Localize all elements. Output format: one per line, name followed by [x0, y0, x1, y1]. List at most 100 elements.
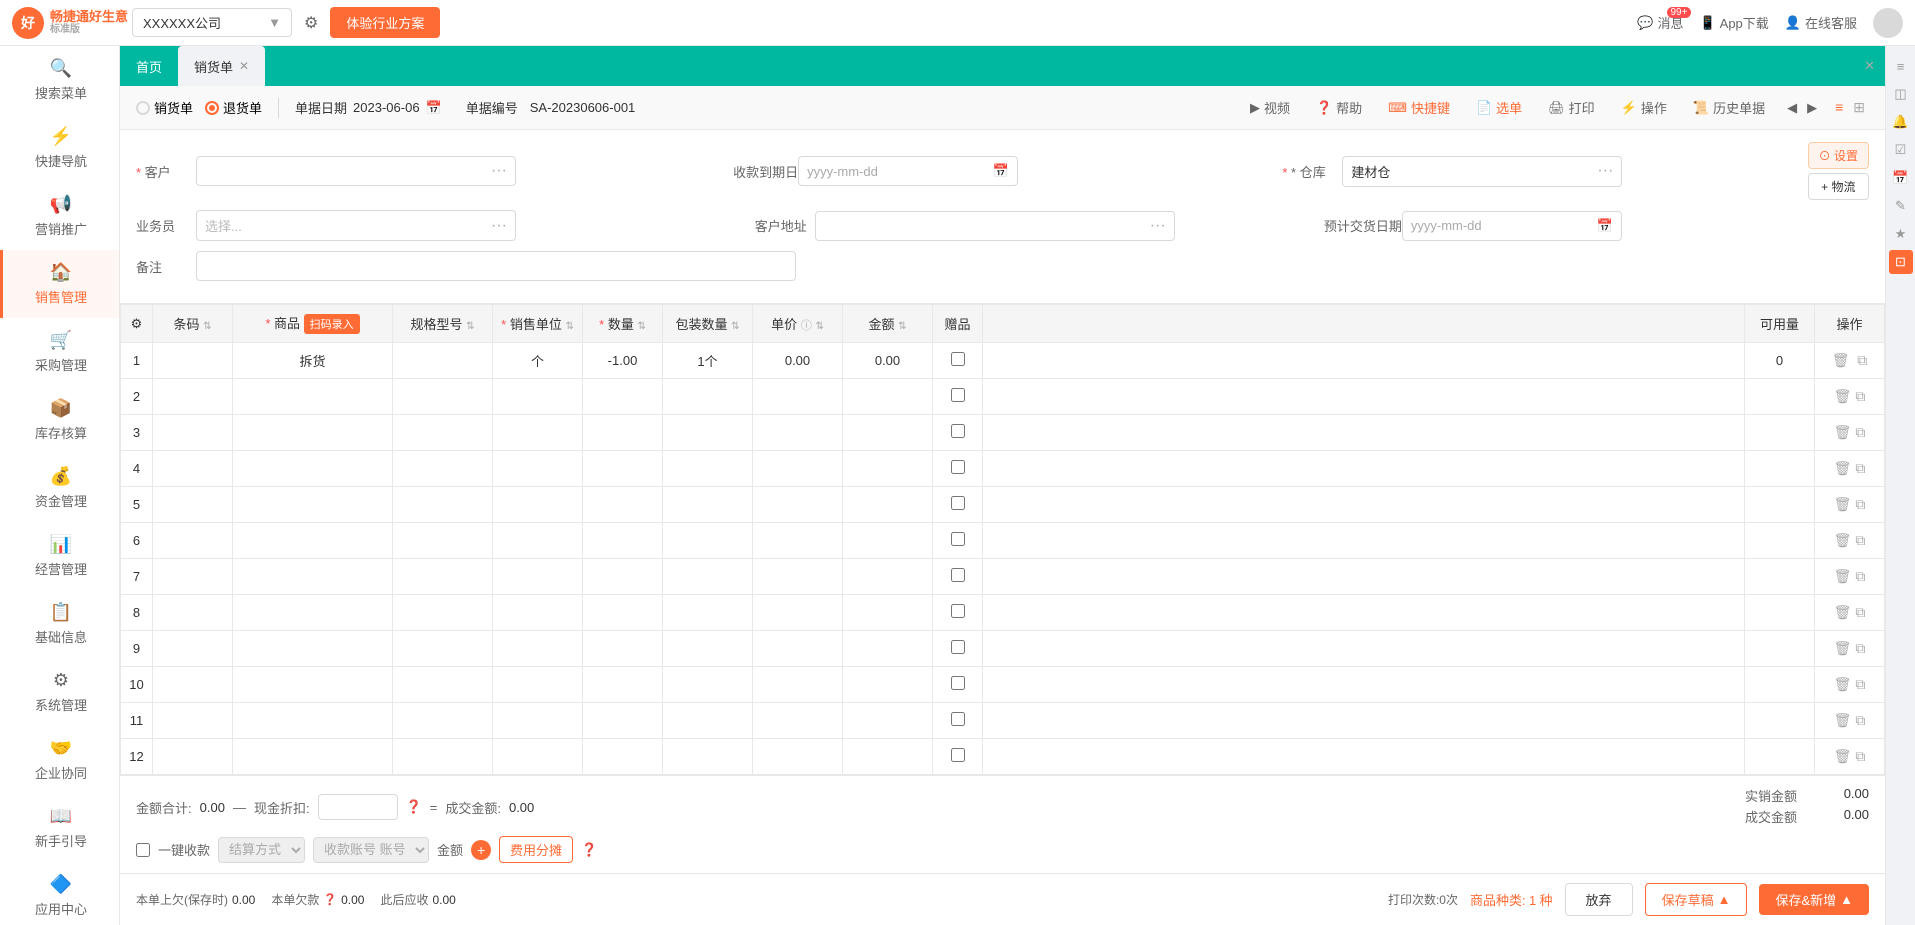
copy-icon[interactable]: ⧉ [1855, 604, 1865, 620]
copy-icon[interactable]: ⧉ [1855, 496, 1865, 512]
delete-icon[interactable]: 🗑 [1834, 748, 1852, 764]
delete-icon[interactable]: 🗑 [1834, 712, 1852, 728]
history-btn[interactable]: 📜 历史单据 [1685, 94, 1773, 121]
row-product-1[interactable]: 拆货 [233, 343, 393, 379]
delete-icon[interactable]: 🗑 [1834, 496, 1852, 512]
salesperson-input[interactable]: 选择... ··· [196, 210, 516, 241]
settings-icon[interactable]: ⚙ [304, 13, 318, 33]
logistics-button[interactable]: + 物流 [1808, 173, 1869, 200]
customer-dots-icon[interactable]: ··· [491, 162, 507, 180]
question-icon[interactable]: ❓ [406, 799, 422, 815]
unit-sort-icon[interactable]: ⇅ [565, 321, 573, 332]
grid-view-icon[interactable]: ⊞ [1849, 97, 1869, 118]
sidebar-item-search[interactable]: 🔍 搜索菜单 [0, 46, 119, 114]
copy-icon[interactable]: ⧉ [1855, 532, 1865, 548]
add-payment-button[interactable]: + [471, 840, 491, 860]
row-unit-price-1[interactable]: 0.00 [753, 343, 843, 379]
online-service-btn[interactable]: 👤 在线客服 [1785, 13, 1857, 32]
prev-arrow-icon[interactable]: ◀ [1783, 98, 1801, 118]
sidebar-item-system[interactable]: ⚙ 系统管理 [0, 658, 119, 726]
message-btn[interactable]: 💬 消息 99+ [1637, 13, 1683, 32]
right-panel-btn-5[interactable]: 📅 [1889, 166, 1913, 190]
sidebar-item-inventory[interactable]: 📦 库存核算 [0, 386, 119, 454]
delete-icon[interactable]: 🗑 [1834, 604, 1852, 620]
sidebar-item-appstore[interactable]: 🔷 应用中心 [0, 862, 119, 925]
payment-due-input[interactable]: yyyy-mm-dd 📅 [798, 156, 1018, 186]
sidebar-item-purchase[interactable]: 🛒 采购管理 [0, 318, 119, 386]
tab-close-all-icon[interactable]: ✕ [1854, 58, 1885, 74]
right-panel-btn-6[interactable]: ✎ [1889, 194, 1913, 218]
sidebar-item-quicknav[interactable]: ⚡ 快捷导航 [0, 114, 119, 182]
notes-input[interactable] [196, 251, 796, 281]
discount-input[interactable] [318, 794, 398, 820]
row-unit-1[interactable]: 个 [493, 343, 583, 379]
row-gift-1[interactable] [933, 343, 983, 379]
barcode-sort-icon[interactable]: ⇅ [203, 321, 211, 332]
trial-button[interactable]: 体验行业方案 [330, 7, 440, 38]
company-selector[interactable]: XXXXXX公司 ▼ [132, 8, 292, 37]
delete-icon[interactable]: 🗑 [1834, 568, 1852, 584]
copy-icon[interactable]: ⧉ [1855, 460, 1865, 476]
tab-sales-order[interactable]: 销货单 ✕ [178, 46, 265, 86]
copy-row-1-icon[interactable]: ⧉ [1857, 352, 1867, 368]
row-pack-qty-1[interactable]: 1个 [663, 343, 753, 379]
copy-icon[interactable]: ⧉ [1855, 388, 1865, 404]
account-select[interactable]: 收款账号 账号 [313, 837, 429, 863]
discard-button[interactable]: 放弃 [1565, 883, 1633, 916]
customer-addr-dots-icon[interactable]: ··· [1150, 217, 1166, 235]
sidebar-item-finance[interactable]: 💰 资金管理 [0, 454, 119, 522]
delete-icon[interactable]: 🗑 [1834, 640, 1852, 656]
right-panel-btn-8[interactable]: ⊡ [1889, 250, 1913, 274]
sidebar-item-operations[interactable]: 📊 经营管理 [0, 522, 119, 590]
copy-icon[interactable]: ⧉ [1855, 712, 1865, 728]
save-draft-button[interactable]: 保存草稿 ▲ [1645, 883, 1748, 916]
delete-icon[interactable]: 🗑 [1834, 424, 1852, 440]
radio-return-order[interactable]: 退货单 [205, 98, 262, 117]
price-sort-icon[interactable]: ⇅ [815, 321, 823, 332]
print-btn[interactable]: 🖨 打印 [1540, 94, 1603, 121]
payment-method-select[interactable]: 结算方式 [218, 837, 305, 863]
doc-settings-button[interactable]: ⊙ 设置 [1808, 142, 1869, 169]
qty-sort-icon[interactable]: ⇅ [637, 321, 645, 332]
payment-checkbox[interactable] [136, 843, 150, 857]
app-download-btn[interactable]: 📱 App下载 [1699, 13, 1768, 32]
customer-input[interactable]: ··· [196, 156, 516, 186]
date-value[interactable]: 2023-06-06 [353, 100, 420, 115]
row-qty-1[interactable]: -1.00 [583, 343, 663, 379]
warehouse-input[interactable]: 建材仓 ··· [1342, 156, 1622, 187]
sidebar-item-basics[interactable]: 📋 基础信息 [0, 590, 119, 658]
copy-icon[interactable]: ⧉ [1855, 676, 1865, 692]
copy-icon[interactable]: ⧉ [1855, 640, 1865, 656]
row-spec-1[interactable] [393, 343, 493, 379]
delete-icon[interactable]: 🗑 [1834, 460, 1852, 476]
copy-icon[interactable]: ⧉ [1855, 748, 1865, 764]
copy-icon[interactable]: ⧉ [1855, 424, 1865, 440]
radio-sale-order[interactable]: 销货单 [136, 98, 193, 117]
pack-qty-sort-icon[interactable]: ⇅ [731, 321, 739, 332]
right-panel-btn-3[interactable]: 🔔 [1889, 110, 1913, 134]
tab-close-icon[interactable]: ✕ [239, 59, 249, 73]
customer-addr-input[interactable]: ··· [815, 211, 1175, 241]
total-owed-info-icon[interactable]: ❓ [323, 893, 337, 906]
tab-home[interactable]: 首页 [120, 46, 178, 86]
warehouse-dots-icon[interactable]: ··· [1597, 162, 1613, 180]
expense-info-icon[interactable]: ❓ [581, 842, 597, 858]
avatar[interactable] [1873, 8, 1903, 38]
right-panel-btn-7[interactable]: ★ [1889, 222, 1913, 246]
delete-icon[interactable]: 🗑 [1834, 388, 1852, 404]
row-barcode-1[interactable] [153, 343, 233, 379]
right-panel-btn-2[interactable]: ◫ [1889, 82, 1913, 106]
help-btn[interactable]: ❓ 帮助 [1308, 94, 1370, 121]
th-settings[interactable]: ⚙ [121, 305, 153, 343]
delete-icon[interactable]: 🗑 [1834, 676, 1852, 692]
operate-btn[interactable]: ⚡ 操作 [1613, 94, 1675, 121]
right-panel-btn-4[interactable]: ☑ [1889, 138, 1913, 162]
save-new-button[interactable]: 保存&新增 ▲ [1759, 884, 1869, 915]
delivery-date-input[interactable]: yyyy-mm-dd 📅 [1402, 211, 1622, 241]
delete-row-1-icon[interactable]: 🗑 [1832, 352, 1850, 368]
calendar-icon[interactable]: 📅 [426, 100, 442, 116]
list-view-icon[interactable]: ≡ [1831, 97, 1847, 118]
next-arrow-icon[interactable]: ▶ [1803, 98, 1821, 118]
delete-icon[interactable]: 🗑 [1834, 532, 1852, 548]
sidebar-item-guide[interactable]: 📖 新手引导 [0, 794, 119, 862]
